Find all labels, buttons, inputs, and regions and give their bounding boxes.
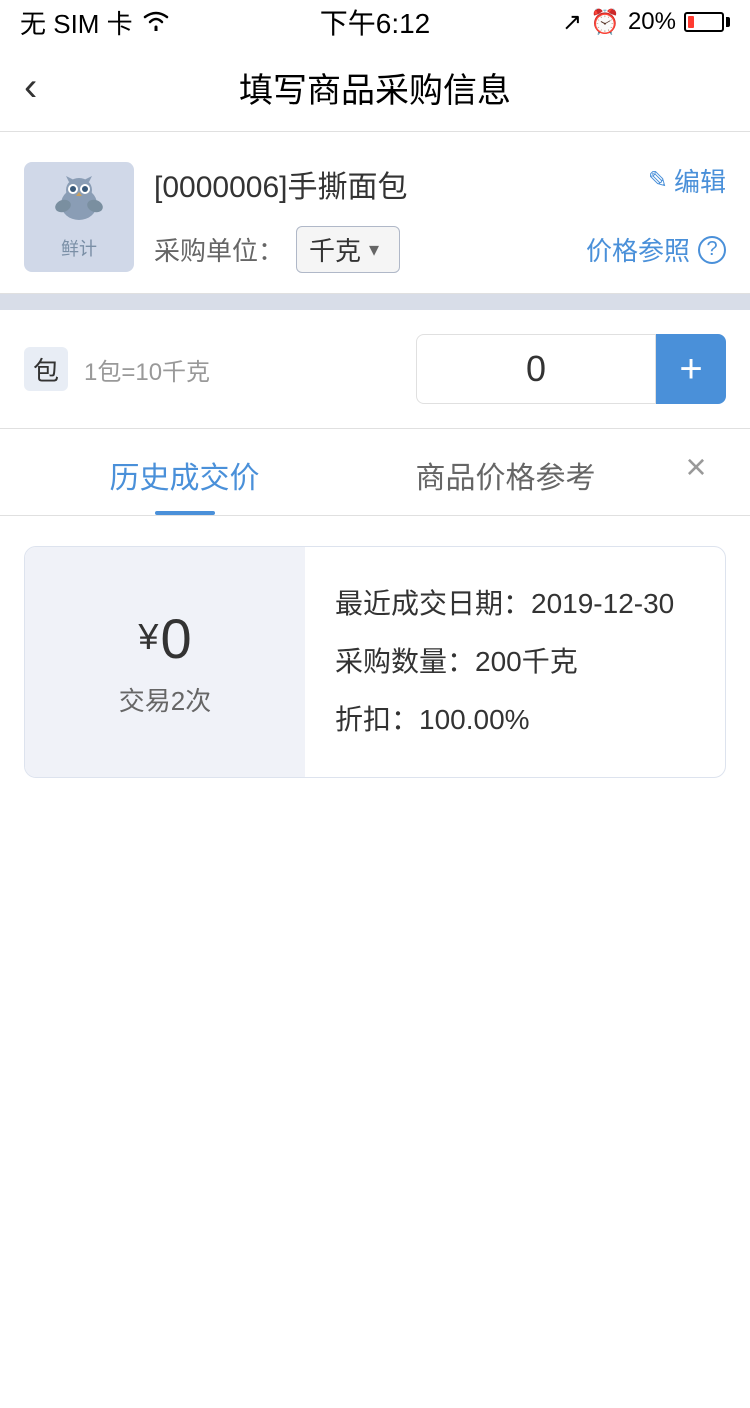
tab-history-price[interactable]: 历史成交价 (24, 429, 345, 515)
price-ref-help-icon: ? (698, 236, 726, 264)
unit-row: 采购单位： 千克 ▾ (154, 226, 400, 273)
nav-bar: ‹ 填写商品采购信息 (0, 44, 750, 132)
quantity-input-wrap: + (416, 334, 726, 404)
quantity-plus-button[interactable]: + (656, 334, 726, 404)
tab-active-indicator (155, 511, 215, 515)
transaction-recent-date-row: 最近成交日期：2019-12-30 (335, 583, 695, 625)
transaction-count: 交易2次 (119, 681, 211, 718)
price-reference-button[interactable]: 价格参照 ? (586, 231, 726, 268)
product-logo-label: 鲜计 (61, 235, 97, 261)
transaction-discount-row: 折扣：100.00% (335, 699, 695, 741)
edit-label: 编辑 (674, 162, 726, 199)
edit-icon: ✎ (648, 166, 668, 195)
unit-conversion-text: 1包=10千克 (84, 352, 210, 387)
quantity-left: 包 1包=10千克 (24, 347, 210, 391)
status-left: 无 SIM 卡 (20, 4, 171, 41)
quantity-input[interactable] (416, 334, 656, 404)
transaction-card: ¥ 0 交易2次 最近成交日期：2019-12-30 采购数量：200千克 折扣… (24, 546, 726, 778)
transaction-price-value: 0 (160, 606, 191, 671)
currency-symbol: ¥ (138, 616, 158, 658)
nav-arrow-icon: ↗ (562, 8, 582, 37)
page-title: 填写商品采购信息 (239, 63, 511, 112)
battery-percent: 20% (628, 8, 676, 36)
price-ref-label: 价格参照 (586, 231, 690, 268)
tabs-close-button[interactable]: × (666, 437, 726, 497)
status-right: ↗ ⏰ 20% (562, 8, 730, 37)
product-header: [0000006]手撕面包 ✎ 编辑 (154, 162, 726, 206)
product-logo-icon (49, 174, 109, 231)
tabs-section: 历史成交价 商品价格参考 × ¥ 0 交易2次 最近成交日期：2019-12-3… (0, 429, 750, 808)
product-card: 鲜计 [0000006]手撕面包 ✎ 编辑 采购单位： 千克 ▾ 价格参照 ? (0, 132, 750, 294)
recent-date-value: 2019-12-30 (531, 588, 674, 619)
unit-select-dropdown[interactable]: 千克 ▾ (296, 226, 400, 273)
transaction-purchase-qty-row: 采购数量：200千克 (335, 641, 695, 683)
unit-badge: 包 (24, 347, 68, 391)
transaction-price-panel: ¥ 0 交易2次 (25, 547, 305, 777)
wifi-icon (141, 7, 171, 38)
unit-value: 千克 (309, 231, 361, 268)
product-meta: 采购单位： 千克 ▾ 价格参照 ? (154, 226, 726, 273)
purchase-qty-label: 采购数量： (335, 646, 475, 677)
dropdown-arrow-icon: ▾ (369, 237, 379, 262)
product-image: 鲜计 (24, 162, 134, 272)
status-bar: 无 SIM 卡 下午6:12 ↗ ⏰ 20% (0, 0, 750, 44)
sim-text: 无 SIM 卡 (20, 4, 133, 41)
battery-icon (684, 12, 730, 32)
unit-label: 采购单位： (154, 231, 284, 268)
tab-product-price-ref[interactable]: 商品价格参考 (345, 429, 666, 515)
discount-value: 100.00% (419, 704, 530, 735)
transaction-details-panel: 最近成交日期：2019-12-30 采购数量：200千克 折扣：100.00% (305, 547, 725, 777)
tabs-header: 历史成交价 商品价格参考 × (0, 429, 750, 516)
recent-date-label: 最近成交日期： (335, 588, 531, 619)
product-info: [0000006]手撕面包 ✎ 编辑 采购单位： 千克 ▾ 价格参照 ? (154, 162, 726, 273)
discount-label: 折扣： (335, 704, 419, 735)
edit-button[interactable]: ✎ 编辑 (648, 162, 726, 199)
purchase-qty-value: 200千克 (475, 646, 578, 677)
tab-history-price-label: 历史成交价 (110, 462, 260, 495)
transaction-price: ¥ 0 (138, 606, 191, 671)
quantity-row: 包 1包=10千克 + (0, 310, 750, 429)
status-time: 下午6:12 (320, 2, 431, 42)
bottom-empty-area (0, 808, 750, 1408)
back-button[interactable]: ‹ (24, 65, 37, 110)
product-name: [0000006]手撕面包 (154, 162, 407, 206)
alarm-icon: ⏰ (590, 8, 620, 37)
transaction-area: ¥ 0 交易2次 最近成交日期：2019-12-30 采购数量：200千克 折扣… (0, 516, 750, 808)
tab-product-price-ref-label: 商品价格参考 (416, 462, 596, 495)
section-divider (0, 294, 750, 310)
